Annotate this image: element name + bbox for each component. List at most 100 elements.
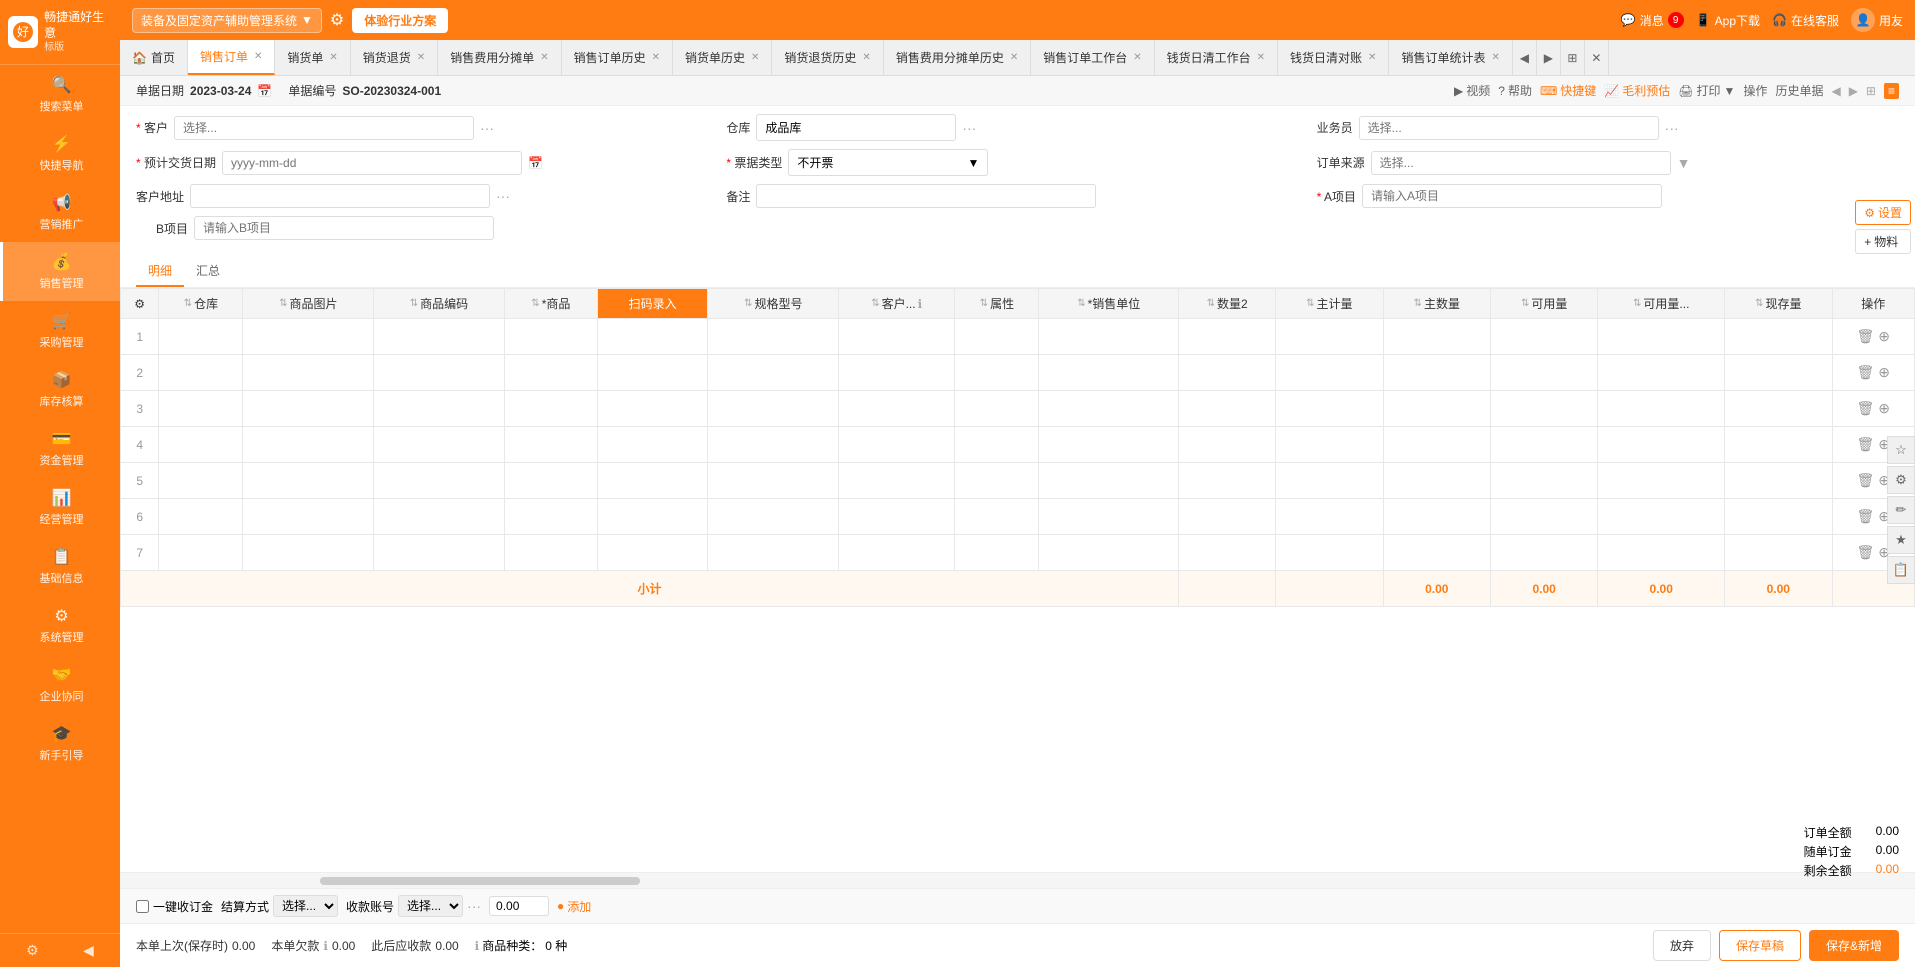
cell-available-qty[interactable]	[1490, 535, 1597, 571]
sidebar-item-operations[interactable]: 📊 经营管理	[0, 478, 120, 537]
remark-input[interactable]	[756, 184, 1096, 208]
cell-sales-unit[interactable]	[1039, 535, 1179, 571]
view-video-btn[interactable]: ▶ 视频	[1454, 82, 1490, 99]
cell-customer-code[interactable]	[839, 391, 955, 427]
cell-spec[interactable]	[708, 499, 839, 535]
cell-main-unit[interactable]	[1276, 319, 1383, 355]
cell-product-image[interactable]	[243, 319, 374, 355]
float-btn-4[interactable]: ★	[1887, 526, 1915, 554]
b-project-input[interactable]	[194, 216, 494, 240]
history-btn[interactable]: 历史单据	[1775, 82, 1823, 99]
cell-qty2[interactable]	[1179, 499, 1276, 535]
collapse-icon[interactable]: ◀	[83, 942, 94, 959]
tab-sales-stats[interactable]: 销售订单统计表 ✕	[1389, 40, 1512, 75]
cell-current-qty[interactable]	[1725, 427, 1832, 463]
sidebar-item-collab[interactable]: 🤝 企业协同	[0, 655, 120, 714]
save-draft-button[interactable]: 保存草稿	[1719, 930, 1801, 961]
cell-spec[interactable]	[708, 427, 839, 463]
th-sales-unit[interactable]: ⇅*销售单位	[1039, 289, 1179, 319]
cell-customer-code[interactable]	[839, 319, 955, 355]
cell-customer-code[interactable]	[839, 427, 955, 463]
cell-sales-unit[interactable]	[1039, 319, 1179, 355]
cell-available-qty2[interactable]	[1598, 463, 1725, 499]
cell-qty2[interactable]	[1179, 391, 1276, 427]
sidebar-item-purchase[interactable]: 🛒 采购管理	[0, 301, 120, 360]
cell-attr[interactable]	[955, 355, 1039, 391]
tab-close-icon[interactable]: ✕	[1010, 52, 1018, 63]
tab-sales-order[interactable]: 销售订单 ✕	[188, 40, 275, 75]
cell-product-image[interactable]	[243, 463, 374, 499]
cell-available-qty[interactable]	[1490, 499, 1597, 535]
print-btn[interactable]: 🖨 打印 ▼	[1678, 82, 1735, 99]
cell-main-qty[interactable]	[1383, 391, 1490, 427]
order-source-input[interactable]	[1371, 151, 1671, 175]
warehouse-select[interactable]: 成品库	[756, 114, 956, 141]
salesperson-input[interactable]	[1359, 116, 1659, 140]
cell-attr[interactable]	[955, 463, 1039, 499]
cell-sales-unit[interactable]	[1039, 391, 1179, 427]
cell-product-code[interactable]	[374, 355, 505, 391]
cell-qty2[interactable]	[1179, 535, 1276, 571]
float-btn-2[interactable]: ⚙	[1887, 466, 1915, 494]
customer-more-icon[interactable]: ···	[480, 120, 494, 136]
account-more-icon[interactable]: ···	[467, 898, 481, 914]
tab-close-icon[interactable]: ✕	[254, 51, 262, 62]
cell-current-qty[interactable]	[1725, 355, 1832, 391]
th-attr[interactable]: ⇅属性	[955, 289, 1039, 319]
cell-product-code[interactable]	[374, 499, 505, 535]
cell-main-unit[interactable]	[1276, 499, 1383, 535]
cell-main-unit[interactable]	[1276, 427, 1383, 463]
th-main-unit[interactable]: ⇅主计量	[1276, 289, 1383, 319]
cell-product-code[interactable]	[374, 535, 505, 571]
cell-attr[interactable]	[955, 391, 1039, 427]
cell-customer-code[interactable]	[839, 499, 955, 535]
horizontal-scrollbar[interactable]	[120, 872, 1915, 888]
tab-daily-reconcile[interactable]: 钱货日清对账 ✕	[1278, 40, 1389, 75]
delete-row-icon[interactable]: 🗑	[1856, 508, 1874, 525]
user-btn[interactable]: 👤 用友	[1851, 8, 1903, 32]
tab-close-icon[interactable]: ✕	[540, 52, 548, 63]
tab-home[interactable]: 🏠 首页	[120, 40, 188, 75]
cell-sales-unit[interactable]	[1039, 427, 1179, 463]
th-product-image[interactable]: ⇅商品图片	[243, 289, 374, 319]
cell-warehouse[interactable]	[159, 355, 243, 391]
cell-main-qty[interactable]	[1383, 535, 1490, 571]
cell-product-code[interactable]	[374, 463, 505, 499]
tab-close-icon[interactable]: ✕	[862, 52, 870, 63]
copy-row-icon[interactable]: ⊕	[1878, 364, 1890, 381]
profit-btn[interactable]: 📈 毛利预估	[1604, 82, 1670, 99]
operate-btn[interactable]: 操作	[1743, 82, 1767, 99]
cell-product-code[interactable]	[374, 391, 505, 427]
cell-available-qty2[interactable]	[1598, 535, 1725, 571]
table-view-icon[interactable]: ≡	[1884, 83, 1899, 99]
delivery-date-calendar-icon[interactable]: 📅	[528, 156, 543, 170]
account-select[interactable]: 选择...	[398, 895, 463, 917]
cell-spec[interactable]	[708, 319, 839, 355]
save-new-button[interactable]: 保存&新增	[1809, 930, 1899, 961]
sidebar-item-quick-nav[interactable]: ⚡ 快捷导航	[0, 124, 120, 183]
cell-qty2[interactable]	[1179, 319, 1276, 355]
float-btn-5[interactable]: 📋	[1887, 556, 1915, 584]
sidebar-item-marketing[interactable]: 📢 营销推广	[0, 183, 120, 242]
cell-main-qty[interactable]	[1383, 499, 1490, 535]
th-product-name[interactable]: ⇅*商品	[504, 289, 597, 319]
online-service-btn[interactable]: 🎧 在线客服	[1772, 12, 1839, 29]
cell-product-image[interactable]	[243, 391, 374, 427]
tab-close-icon[interactable]: ✕	[1491, 52, 1499, 63]
cell-warehouse[interactable]	[159, 535, 243, 571]
cell-attr[interactable]	[955, 499, 1039, 535]
th-product-code[interactable]: ⇅商品编码	[374, 289, 505, 319]
th-available-qty[interactable]: ⇅可用量	[1490, 289, 1597, 319]
cell-spec[interactable]	[708, 463, 839, 499]
tab-invoice-history[interactable]: 销货单历史 ✕	[673, 40, 772, 75]
cell-attr[interactable]	[955, 535, 1039, 571]
cell-available-qty[interactable]	[1490, 391, 1597, 427]
cell-product-code[interactable]	[374, 427, 505, 463]
cell-product-name[interactable]	[504, 355, 597, 391]
one-click-settlement-checkbox[interactable]	[136, 900, 149, 913]
cell-available-qty[interactable]	[1490, 463, 1597, 499]
message-btn[interactable]: 💬 消息 9	[1621, 12, 1684, 29]
tab-sales-invoice[interactable]: 销货单 ✕	[275, 40, 350, 75]
cell-product-image[interactable]	[243, 427, 374, 463]
delete-row-icon[interactable]: 🗑	[1856, 544, 1874, 561]
